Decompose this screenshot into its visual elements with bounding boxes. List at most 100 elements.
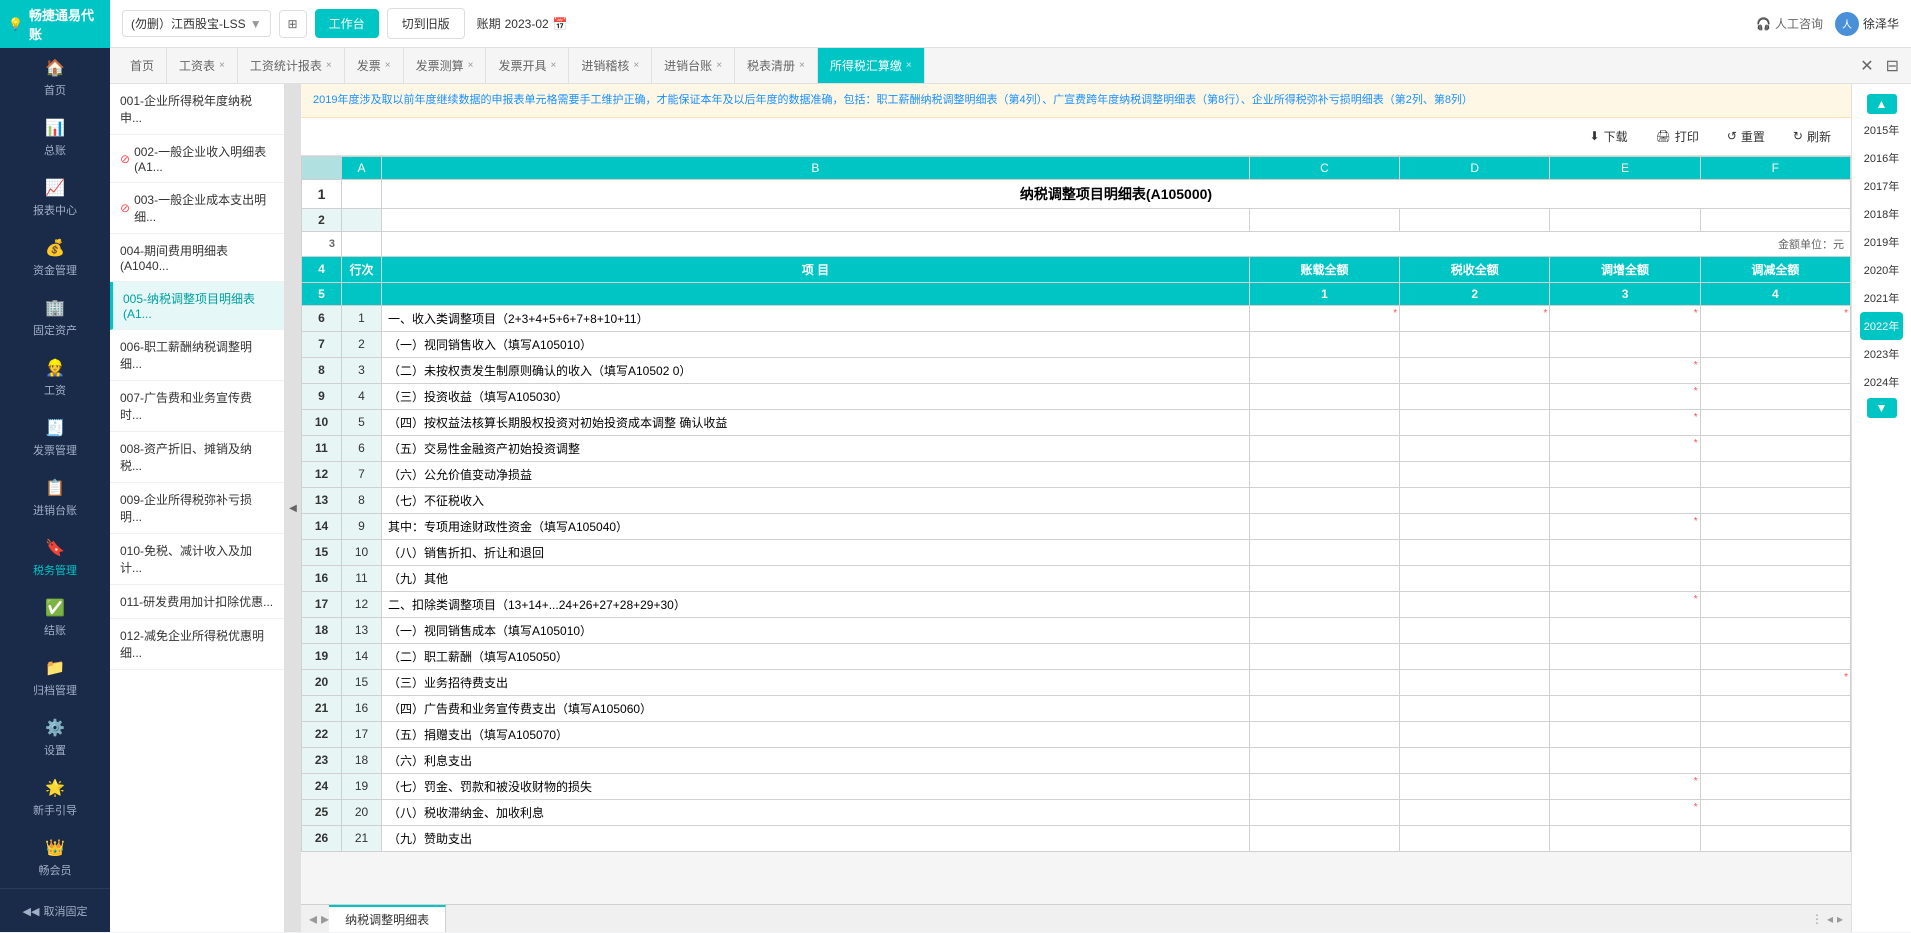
tab-close-8[interactable]: × bbox=[799, 60, 805, 71]
left-panel-item-005[interactable]: 005-纳税调整项目明细表(A1... bbox=[110, 282, 284, 330]
tab-label-9: 所得税汇算缴 bbox=[830, 57, 902, 74]
user-name: 徐泽华 bbox=[1863, 15, 1899, 32]
refresh-button[interactable]: ↻ 刷新 bbox=[1785, 124, 1839, 149]
tab-close-3[interactable]: × bbox=[385, 60, 391, 71]
tab-close-7[interactable]: × bbox=[716, 60, 722, 71]
table-title: 纳税调整项目明细表(A105000) bbox=[382, 179, 1851, 208]
old-version-button[interactable]: 切到旧版 bbox=[387, 8, 465, 39]
sidebar-item-salary[interactable]: 👷工资 bbox=[0, 348, 110, 408]
left-panel-item-002[interactable]: ⊘002-一般企业收入明细表(A1... bbox=[110, 135, 284, 183]
tab-close-9[interactable]: × bbox=[906, 60, 912, 71]
tab-close-2[interactable]: × bbox=[326, 60, 332, 71]
sidebar-item-settings[interactable]: ⚙️设置 bbox=[0, 708, 110, 768]
collapse-panel-btn[interactable]: ◀ bbox=[285, 84, 301, 932]
row-num-11: 11 bbox=[302, 435, 342, 461]
year-item-2016年[interactable]: 2016年 bbox=[1860, 144, 1903, 172]
company-selector[interactable]: (勿删）江西股宝-LSS ▼ bbox=[122, 10, 271, 37]
row-num-22: 22 bbox=[302, 721, 342, 747]
sidebar-item-tax-mgmt[interactable]: 🔖税务管理 bbox=[0, 528, 110, 588]
year-item-2017年[interactable]: 2017年 bbox=[1860, 172, 1903, 200]
sidebar-item-purchase-ledger[interactable]: 📋进销台账 bbox=[0, 468, 110, 528]
close-all-tabs-btn[interactable]: ✕ bbox=[1856, 52, 1877, 80]
row-num-17: 17 bbox=[302, 591, 342, 617]
left-panel-item-006[interactable]: 006-职工薪酬纳税调整明细... bbox=[110, 330, 284, 381]
line-10: 10 bbox=[342, 539, 382, 565]
row-num-18: 18 bbox=[302, 617, 342, 643]
year-item-2019年[interactable]: 2019年 bbox=[1860, 228, 1903, 256]
sidebar-item-report[interactable]: 📈报表中心 bbox=[0, 168, 110, 228]
row-num-8: 8 bbox=[302, 357, 342, 383]
table-row: 13 8 （七）不征税收入 bbox=[302, 487, 1851, 513]
tab-label-1: 工资表 bbox=[179, 57, 215, 74]
year-nav-down[interactable]: ▼ bbox=[1867, 398, 1897, 418]
tab-9[interactable]: 所得税汇算缴 × bbox=[818, 48, 925, 84]
sidebar-item-ledger[interactable]: 📊总账 bbox=[0, 108, 110, 168]
salary-icon: 👷 bbox=[45, 358, 65, 378]
sidebar-item-guide[interactable]: 🌟新手引导 bbox=[0, 768, 110, 828]
sidebar-item-fixed-asset[interactable]: 🏢固定资产 bbox=[0, 288, 110, 348]
year-item-2022年[interactable]: 2022年 bbox=[1860, 312, 1903, 340]
year-item-2024年[interactable]: 2024年 bbox=[1860, 368, 1903, 396]
tab-4[interactable]: 发票测算× bbox=[404, 48, 487, 84]
tab-close-5[interactable]: × bbox=[550, 60, 556, 71]
tab-3[interactable]: 发票× bbox=[345, 48, 404, 84]
download-button[interactable]: ⬇ 下载 bbox=[1582, 124, 1636, 149]
left-panel-item-007[interactable]: 007-广告费和业务宣传费时... bbox=[110, 381, 284, 432]
tax-mgmt-icon: 🔖 bbox=[45, 538, 65, 558]
sidebar-item-member[interactable]: 👑畅会员 bbox=[0, 828, 110, 888]
tab-5[interactable]: 发票开具× bbox=[486, 48, 569, 84]
minimize-tabs-btn[interactable]: ⊟ bbox=[1882, 52, 1903, 80]
nav-right-icon[interactable]: ▸ bbox=[321, 909, 329, 929]
line-8: 8 bbox=[342, 487, 382, 513]
line-5: 5 bbox=[342, 409, 382, 435]
workbench-button[interactable]: 工作台 bbox=[315, 9, 379, 38]
bottom-scroll-right-icon[interactable]: ▸ bbox=[1837, 912, 1843, 926]
year-item-2018年[interactable]: 2018年 bbox=[1860, 200, 1903, 228]
year-nav-up[interactable]: ▲ bbox=[1867, 94, 1897, 114]
left-panel-item-009[interactable]: 009-企业所得税弥补亏损明... bbox=[110, 483, 284, 534]
bottom-scroll-left-icon[interactable]: ◂ bbox=[1827, 912, 1833, 926]
left-panel-item-011[interactable]: 011-研发费用加计扣除优惠... bbox=[110, 585, 284, 619]
col-e-header: E bbox=[1550, 156, 1700, 179]
tab-8[interactable]: 税表清册× bbox=[735, 48, 818, 84]
tab-0[interactable]: 首页 bbox=[118, 48, 167, 84]
left-panel-item-008[interactable]: 008-资产折旧、摊销及纳税... bbox=[110, 432, 284, 483]
left-panel-item-004[interactable]: 004-期间费用明细表(A1040... bbox=[110, 234, 284, 282]
sidebar-item-invoice-mgmt[interactable]: 🧾发票管理 bbox=[0, 408, 110, 468]
sidebar-label-ledger: 总账 bbox=[44, 142, 66, 158]
tab-6[interactable]: 进销稽核 × bbox=[569, 48, 652, 84]
left-panel-item-010[interactable]: 010-免税、减计收入及加计... bbox=[110, 534, 284, 585]
tab-close-4[interactable]: × bbox=[468, 60, 474, 71]
row-num-13: 13 bbox=[302, 487, 342, 513]
user-menu[interactable]: 人 徐泽华 bbox=[1835, 12, 1899, 36]
asterisk-icon: * bbox=[1844, 308, 1848, 319]
sidebar-item-settlement[interactable]: ✅结账 bbox=[0, 588, 110, 648]
left-panel-item-003[interactable]: ⊘003-一般企业成本支出明细... bbox=[110, 183, 284, 234]
pin-sidebar-btn[interactable]: ◀◀ 取消固定 bbox=[4, 897, 106, 925]
year-item-2015年[interactable]: 2015年 bbox=[1860, 116, 1903, 144]
sidebar-item-home[interactable]: 🏠首页 bbox=[0, 48, 110, 108]
print-button[interactable]: 🖨 打印 bbox=[1648, 124, 1707, 149]
settlement-icon: ✅ bbox=[45, 598, 65, 618]
left-panel-item-012[interactable]: 012-减免企业所得税优惠明细... bbox=[110, 619, 284, 670]
company-settings-icon[interactable]: ⊞ bbox=[279, 10, 307, 38]
nav-left-icon[interactable]: ◂ bbox=[309, 909, 317, 929]
sheet-tab-active[interactable]: 纳税调整明细表 bbox=[329, 905, 446, 933]
tab-2[interactable]: 工资统计报表 × bbox=[238, 48, 345, 84]
tab-close-1[interactable]: × bbox=[219, 60, 225, 71]
sidebar-item-asset-mgmt[interactable]: 💰资金管理 bbox=[0, 228, 110, 288]
tab-7[interactable]: 进销台账× bbox=[652, 48, 735, 84]
tab-1[interactable]: 工资表 × bbox=[167, 48, 238, 84]
year-item-2023年[interactable]: 2023年 bbox=[1860, 340, 1903, 368]
home-icon: 🏠 bbox=[45, 58, 65, 78]
tab-close-6[interactable]: × bbox=[633, 60, 639, 71]
tab-label-2: 工资统计报表 bbox=[250, 57, 322, 74]
table-wrapper[interactable]: A B C D E F 1 纳税调整项目明细表(A105000) 23金额单位：… bbox=[301, 156, 1851, 905]
sidebar-item-archive[interactable]: 📁归档管理 bbox=[0, 648, 110, 708]
year-item-2021年[interactable]: 2021年 bbox=[1860, 284, 1903, 312]
left-panel-item-001[interactable]: 001-企业所得税年度纳税申... bbox=[110, 84, 284, 135]
reset-button[interactable]: ↺ 重置 bbox=[1719, 124, 1773, 149]
tab-label-6: 进销稽核 bbox=[581, 57, 629, 74]
year-item-2020年[interactable]: 2020年 bbox=[1860, 256, 1903, 284]
service-button[interactable]: 🎧 人工咨询 bbox=[1756, 15, 1823, 32]
